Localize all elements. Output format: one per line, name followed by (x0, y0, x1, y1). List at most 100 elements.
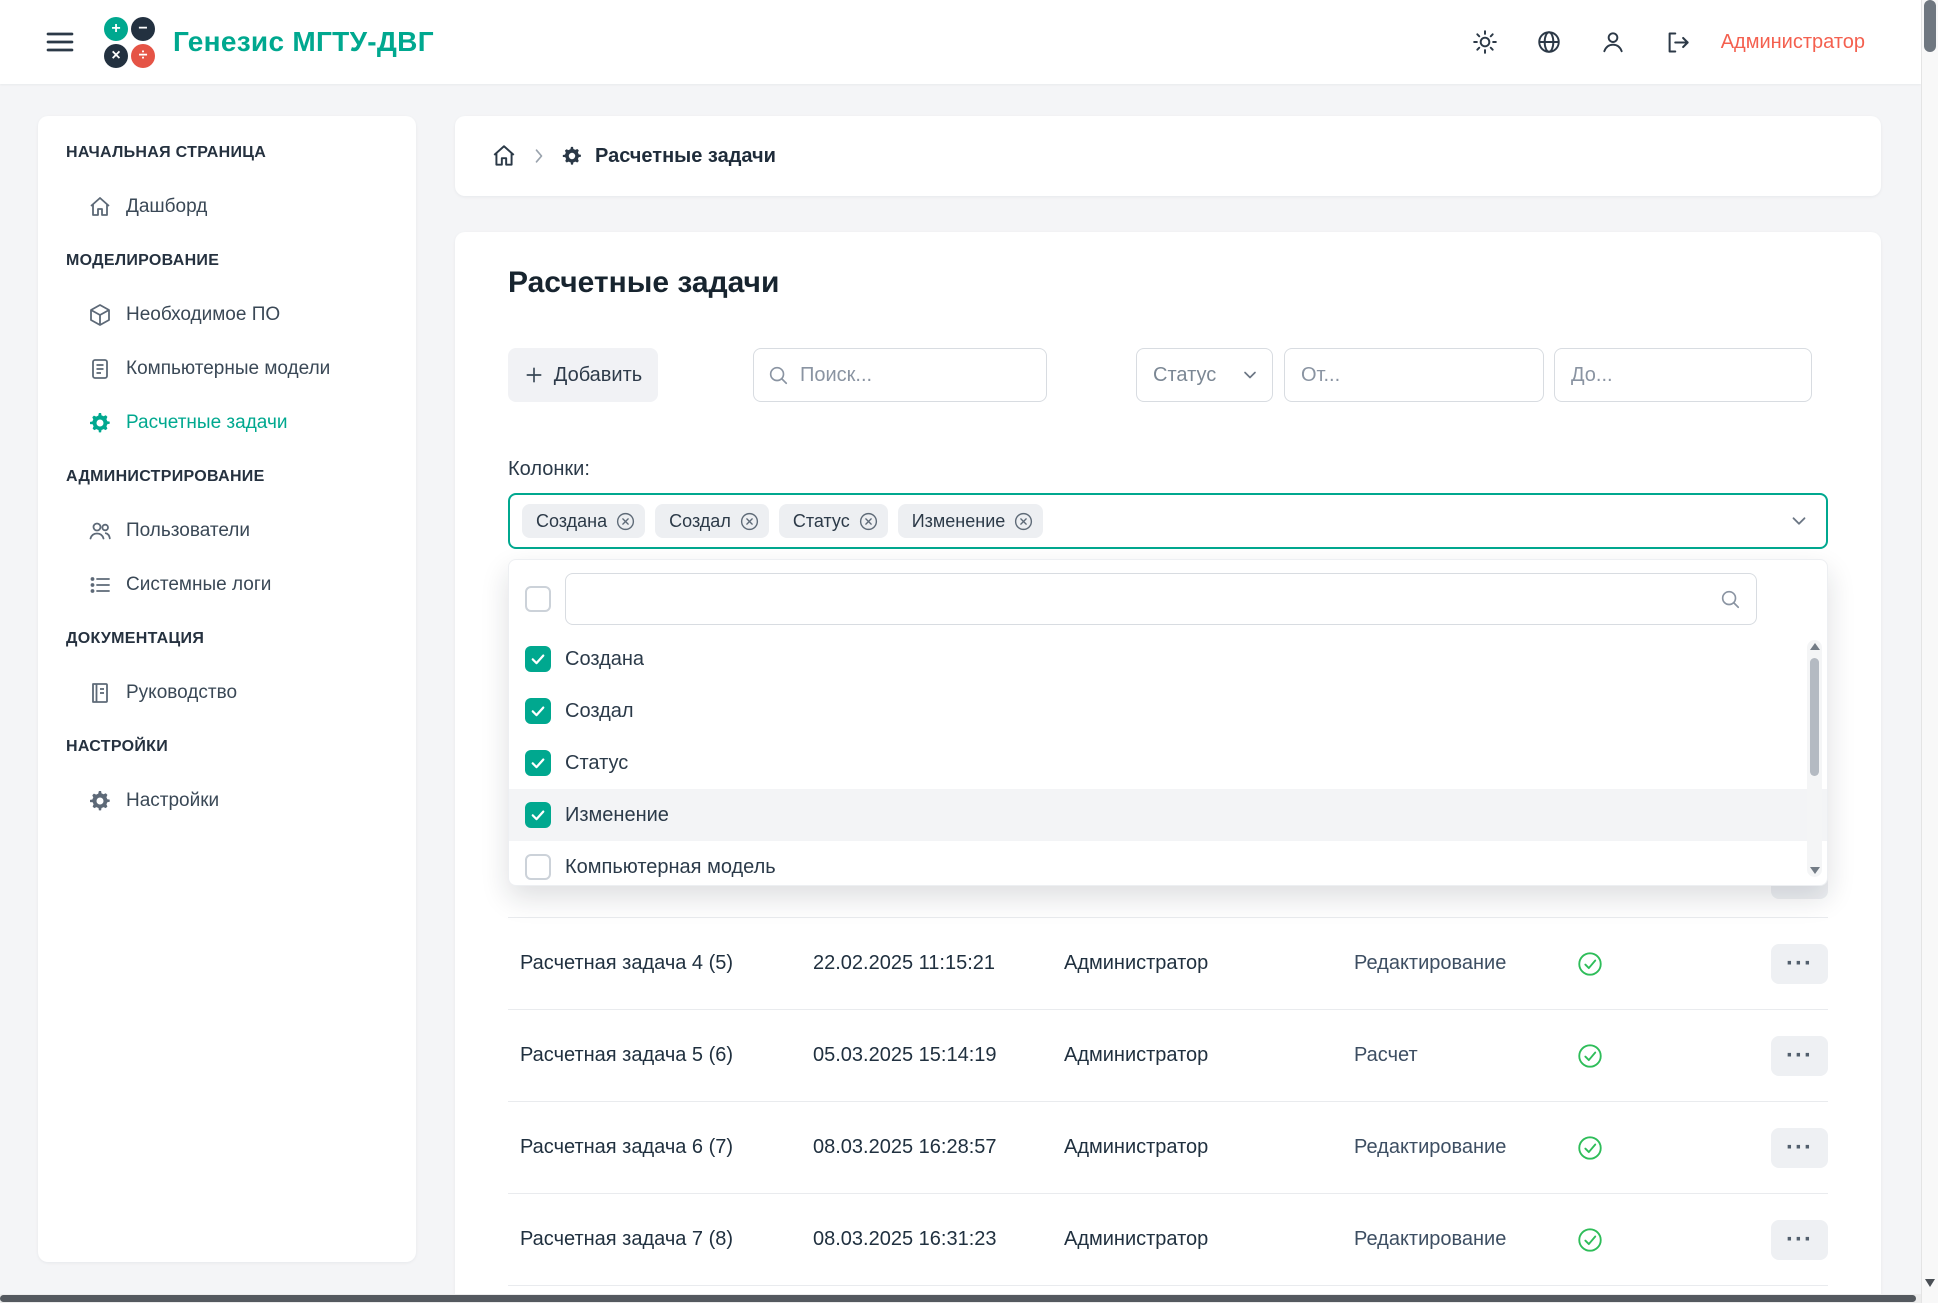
checkbox-checked-icon[interactable] (525, 802, 551, 828)
chip-remove-icon[interactable] (1013, 511, 1034, 532)
task-name: Расчетная задача 7 (8) (520, 1228, 734, 1250)
column-chip: Статус (778, 504, 888, 538)
page-title: Расчетные задачи (508, 266, 780, 299)
sidebar: НАЧАЛЬНАЯ СТРАНИЦА Дашборд МОДЕЛИРОВАНИЕ… (38, 116, 416, 1262)
row-actions-button[interactable]: ··· (1771, 1035, 1828, 1076)
columns-dropdown-panel: Создана Создал Статус Изменение Компьюте… (508, 559, 1828, 886)
chip-remove-icon[interactable] (739, 511, 760, 532)
sidebar-item-settings[interactable]: Настройки (38, 774, 416, 828)
breadcrumb-current: Расчетные задачи (595, 144, 776, 167)
task-name: Расчетная задача 4 (5) (520, 952, 734, 974)
logo-minus-icon: − (131, 16, 155, 41)
checkbox-checked-icon[interactable] (525, 698, 551, 724)
sidebar-item-dashboard[interactable]: Дашборд (38, 180, 416, 234)
chip-remove-icon[interactable] (615, 511, 636, 532)
task-created: 08.03.2025 16:28:57 (813, 1136, 997, 1158)
search-input[interactable] (753, 348, 1047, 402)
status-filter-select[interactable]: Статус (1136, 348, 1273, 402)
header-actions: Администратор (1472, 29, 1865, 56)
check-circle-icon (1576, 950, 1771, 978)
column-option[interactable]: Компьютерная модель (509, 841, 1827, 893)
task-created: 08.03.2025 16:31:23 (813, 1228, 997, 1250)
language-globe-icon[interactable] (1536, 29, 1562, 55)
breadcrumb: Расчетные задачи (455, 116, 1881, 196)
page-card: Расчетные задачи Добавить Статус (455, 232, 1881, 1303)
search-icon (1719, 588, 1741, 610)
column-chip-label: Статус (792, 510, 850, 531)
book-icon (92, 683, 108, 703)
sidebar-section-administration: АДМИНИСТРИРОВАНИЕ (66, 468, 265, 485)
scroll-up-icon[interactable] (1809, 643, 1820, 650)
dropdown-search-input[interactable] (565, 573, 1757, 625)
search-icon (767, 364, 789, 386)
profile-user-icon[interactable] (1600, 29, 1626, 55)
columns-label: Колонки: (508, 458, 590, 480)
sidebar-item-calc-tasks[interactable]: Расчетные задачи (38, 396, 416, 450)
column-chip: Создана (522, 504, 646, 538)
status-filter-label: Статус (1153, 363, 1217, 386)
table-toolbar: Добавить Статус (508, 348, 1828, 402)
column-chip-label: Изменение (911, 510, 1006, 531)
users-icon (89, 522, 111, 540)
sidebar-item-software[interactable]: Необходимое ПО (38, 288, 416, 342)
column-option-label: Компьютерная модель (565, 855, 776, 878)
sidebar-item-manual[interactable]: Руководство (38, 666, 416, 720)
task-author: Администратор (1064, 1228, 1209, 1250)
menu-icon[interactable] (44, 26, 76, 58)
date-from-input[interactable] (1284, 348, 1544, 402)
column-option-label: Создал (565, 699, 634, 722)
sidebar-item-label: Системные логи (126, 574, 272, 595)
columns-multiselect[interactable]: Создана Создал Статус Изменение (508, 493, 1828, 549)
column-option[interactable]: Статус (509, 737, 1827, 789)
dropdown-filter-row (509, 573, 1827, 625)
table-row: Расчетная задача 4 (5) 22.02.2025 11:15:… (508, 918, 1828, 1010)
columns-picker: Создана Создал Статус Изменение Создана … (508, 493, 1828, 886)
sidebar-item-label: Расчетные задачи (126, 412, 288, 433)
row-actions-button[interactable]: ··· (1771, 1127, 1828, 1168)
home-icon (90, 197, 110, 216)
task-name: Расчетная задача 6 (7) (520, 1136, 734, 1158)
add-button[interactable]: Добавить (508, 348, 658, 402)
sidebar-item-label: Компьютерные модели (126, 358, 331, 379)
logout-icon[interactable] (1664, 29, 1691, 56)
date-to-input[interactable] (1554, 348, 1812, 402)
column-option-label: Статус (565, 751, 629, 774)
column-option[interactable]: Создал (509, 685, 1827, 737)
dropdown-scrollbar[interactable] (1807, 640, 1822, 877)
checkbox-checked-icon[interactable] (525, 750, 551, 776)
check-circle-icon (1576, 1226, 1771, 1254)
column-option[interactable]: Изменение (509, 789, 1827, 841)
sidebar-item-system-logs[interactable]: Системные логи (38, 558, 416, 612)
scroll-down-icon[interactable] (1809, 867, 1820, 874)
add-button-label: Добавить (553, 363, 643, 386)
gear-icon (90, 791, 110, 811)
app-logo-icon: + − × ÷ (104, 16, 155, 68)
scroll-down-icon[interactable] (1925, 1279, 1935, 1287)
sidebar-section-documentation: ДОКУМЕНТАЦИЯ (66, 630, 205, 647)
sidebar-item-label: Необходимое ПО (126, 304, 281, 325)
scrollbar-thumb[interactable] (1924, 0, 1936, 52)
scrollbar-thumb[interactable] (0, 1295, 1916, 1302)
checkbox-unchecked-icon[interactable] (525, 854, 551, 880)
column-chip-label: Создал (669, 510, 731, 531)
column-option[interactable]: Создана (509, 633, 1827, 685)
chip-remove-icon[interactable] (858, 511, 879, 532)
tasks-table: ··· Расчетная задача 4 (5) 22.02.2025 11… (508, 826, 1828, 1286)
main-content: Расчетные задачи Расчетные задачи Добави… (455, 116, 1881, 1303)
theme-sun-icon[interactable] (1472, 29, 1498, 55)
select-all-checkbox[interactable] (525, 586, 551, 612)
vertical-scrollbar[interactable] (1921, 0, 1938, 1303)
scrollbar-thumb[interactable] (1810, 658, 1819, 776)
user-role-label: Администратор (1720, 30, 1865, 53)
sidebar-section-settings: НАСТРОЙКИ (66, 738, 169, 755)
row-actions-button[interactable]: ··· (1771, 1219, 1828, 1260)
sidebar-item-users[interactable]: Пользователи (38, 504, 416, 558)
chevron-down-icon[interactable] (1788, 510, 1810, 532)
sidebar-item-label: Руководство (126, 682, 238, 703)
horizontal-scrollbar[interactable] (0, 1294, 1921, 1303)
sidebar-item-computer-models[interactable]: Компьютерные модели (38, 342, 416, 396)
task-status: Редактирование (1354, 952, 1507, 974)
checkbox-checked-icon[interactable] (525, 646, 551, 672)
home-icon[interactable] (491, 143, 517, 169)
row-actions-button[interactable]: ··· (1771, 943, 1828, 984)
